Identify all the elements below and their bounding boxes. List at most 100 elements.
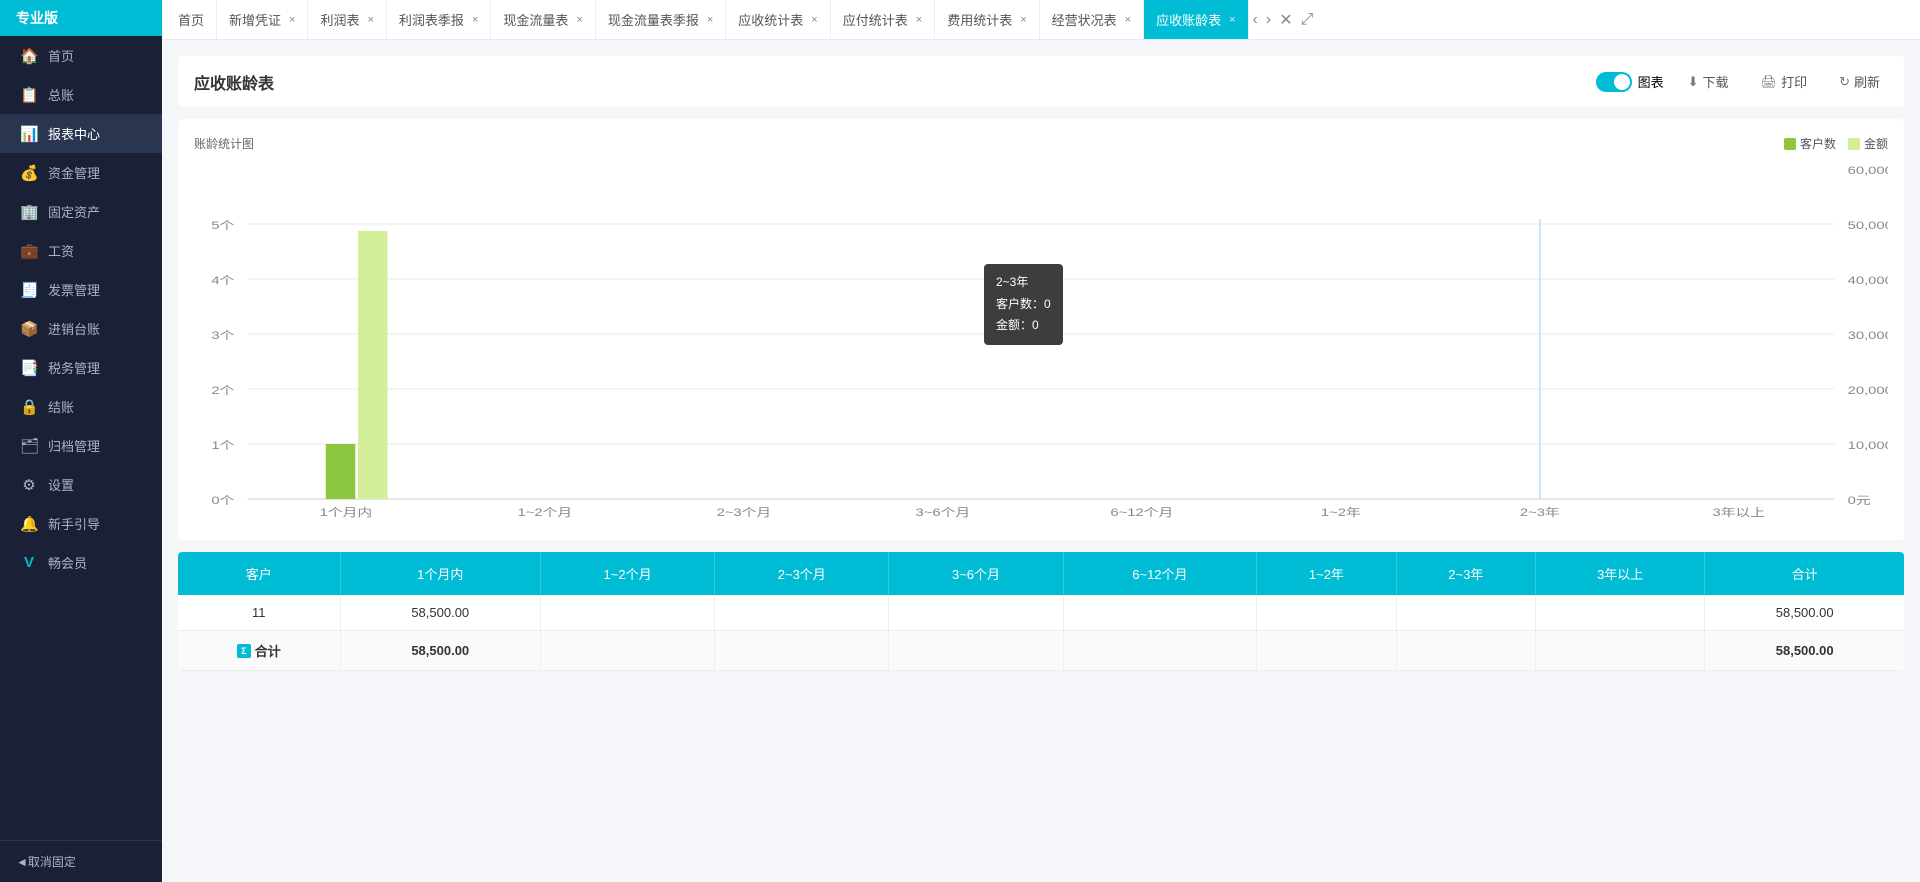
tab-payable-close[interactable]: × — [916, 14, 922, 26]
refresh-icon: ↻ — [1839, 74, 1850, 90]
cell-month612 — [1063, 595, 1257, 631]
cell-customer: 11 — [178, 595, 340, 631]
legend-customers-dot — [1784, 138, 1796, 150]
invoice-icon: 🧾 — [20, 281, 38, 299]
tab-prev-button[interactable]: ‹ — [1249, 11, 1262, 29]
tab-close-all-button[interactable]: ✕ — [1275, 10, 1296, 30]
sidebar-label-ledger: 总账 — [48, 85, 74, 104]
sidebar-item-tax[interactable]: 📑 税务管理 — [0, 348, 162, 387]
sidebar-item-guide[interactable]: 🔔 新手引导 — [0, 504, 162, 543]
tab-profit-quarterly-label: 利润表季报 — [399, 10, 464, 29]
tab-profit-quarterly[interactable]: 利润表季报 × — [387, 0, 491, 39]
tab-bar: 首页 新增凭证 × 利润表 × 利润表季报 × 现金流量表 × 现金流量表季报 … — [162, 0, 1920, 40]
col-year3plus: 3年以上 — [1536, 552, 1705, 595]
sidebar-label-funds: 资金管理 — [48, 163, 100, 182]
svg-text:20,000.00元: 20,000.00元 — [1848, 384, 1888, 397]
toggle-track[interactable] — [1596, 72, 1632, 92]
tab-receivable-close[interactable]: × — [811, 14, 817, 26]
chart-title: 账龄统计图 — [194, 135, 1888, 152]
table-header-row: 客户 1个月内 1~2个月 2~3个月 3~6个月 6~12个月 1~2年 2~… — [178, 552, 1904, 595]
sidebar-label-member: 畅会员 — [48, 553, 87, 572]
tab-profit-close[interactable]: × — [367, 14, 373, 26]
sidebar-item-inventory[interactable]: 📦 进销台账 — [0, 309, 162, 348]
download-button[interactable]: ⬇ 下载 — [1680, 68, 1737, 95]
total-text: 合计 — [255, 641, 281, 660]
tab-voucher-close[interactable]: × — [289, 14, 295, 26]
total-month23 — [715, 631, 889, 671]
tab-next-button[interactable]: › — [1262, 11, 1275, 29]
chart-section: 账龄统计图 客户数 金额 0个 1个 2个 3个 4个 — [178, 119, 1904, 540]
svg-text:3~6个月: 3~6个月 — [916, 506, 971, 519]
unpin-button[interactable]: ◄取消固定 — [0, 840, 162, 882]
sidebar-item-ledger[interactable]: 📋 总账 — [0, 75, 162, 114]
sidebar-item-reports[interactable]: 📊 报表中心 — [0, 114, 162, 153]
sidebar-item-archive[interactable]: 🗂 归档管理 — [0, 426, 162, 465]
tab-payable[interactable]: 应付统计表 × — [831, 0, 935, 39]
tab-aging-close[interactable]: × — [1229, 14, 1235, 26]
col-customer: 客户 — [178, 552, 340, 595]
sidebar-item-funds[interactable]: 💰 资金管理 — [0, 153, 162, 192]
svg-text:60,000.00元: 60,000.00元 — [1848, 164, 1888, 177]
bar-amount-1 — [358, 231, 388, 499]
cell-year23 — [1396, 595, 1535, 631]
col-year23: 2~3年 — [1396, 552, 1535, 595]
tab-payable-label: 应付统计表 — [843, 10, 908, 29]
sidebar-label-tax: 税务管理 — [48, 358, 100, 377]
salary-icon: 💼 — [20, 242, 38, 260]
sidebar-item-closing[interactable]: 🔒 结账 — [0, 387, 162, 426]
sidebar-item-settings[interactable]: ⚙ 设置 — [0, 465, 162, 504]
svg-text:3个: 3个 — [211, 329, 234, 342]
print-button[interactable]: 🖨 打印 — [1753, 68, 1816, 95]
tab-operations-close[interactable]: × — [1125, 14, 1131, 26]
toggle-label: 图表 — [1638, 72, 1664, 91]
total-month12 — [540, 631, 714, 671]
header-actions: 图表 ⬇ 下载 🖨 打印 ↻ 刷新 — [1596, 68, 1888, 95]
sidebar-item-assets[interactable]: 🏢 固定资产 — [0, 192, 162, 231]
chart-toggle[interactable]: 图表 — [1596, 72, 1664, 92]
tab-cashflow-quarterly[interactable]: 现金流量表季报 × — [596, 0, 726, 39]
svg-text:10,000.00元: 10,000.00元 — [1848, 439, 1888, 452]
total-year3plus — [1536, 631, 1705, 671]
sidebar-label-settings: 设置 — [48, 475, 74, 494]
sidebar-label-reports: 报表中心 — [48, 124, 100, 143]
table-section: 客户 1个月内 1~2个月 2~3个月 3~6个月 6~12个月 1~2年 2~… — [178, 552, 1904, 671]
sidebar-label-invoice: 发票管理 — [48, 280, 100, 299]
tab-expense[interactable]: 费用统计表 × — [935, 0, 1039, 39]
tab-expand-button[interactable]: ⤢ — [1297, 11, 1318, 29]
sidebar-label-assets: 固定资产 — [48, 202, 100, 221]
tab-expense-close[interactable]: × — [1020, 14, 1026, 26]
tab-voucher[interactable]: 新增凭证 × — [217, 0, 308, 39]
tab-profit[interactable]: 利润表 × — [308, 0, 386, 39]
legend-amount-label: 金额 — [1864, 135, 1888, 152]
download-label: 下载 — [1703, 72, 1729, 91]
tab-aging[interactable]: 应收账龄表 × — [1144, 0, 1248, 39]
tab-cashflow-quarterly-close[interactable]: × — [707, 14, 713, 26]
legend-customers-label: 客户数 — [1800, 135, 1836, 152]
legend-amount-dot — [1848, 138, 1860, 150]
tab-profit-quarterly-close[interactable]: × — [472, 14, 478, 26]
tab-profit-label: 利润表 — [320, 10, 359, 29]
tab-operations[interactable]: 经营状况表 × — [1040, 0, 1144, 39]
toggle-thumb — [1614, 74, 1630, 90]
svg-text:1~2年: 1~2年 — [1321, 506, 1361, 519]
page-title: 应收账龄表 — [194, 70, 274, 94]
sidebar-label-salary: 工资 — [48, 241, 74, 260]
sidebar-item-invoice[interactable]: 🧾 发票管理 — [0, 270, 162, 309]
total-label-cell: Σ 合计 — [178, 631, 340, 671]
sidebar-label-inventory: 进销台账 — [48, 319, 100, 338]
home-icon: 🏠 — [20, 47, 38, 65]
sidebar-item-member[interactable]: V 畅会员 — [0, 543, 162, 582]
refresh-button[interactable]: ↻ 刷新 — [1831, 68, 1888, 95]
tab-cashflow[interactable]: 现金流量表 × — [491, 0, 595, 39]
col-month12: 1~2个月 — [540, 552, 714, 595]
tab-receivable[interactable]: 应收统计表 × — [726, 0, 830, 39]
sidebar-item-home[interactable]: 🏠 首页 — [0, 36, 162, 75]
sidebar-item-salary[interactable]: 💼 工资 — [0, 231, 162, 270]
sidebar-label-closing: 结账 — [48, 397, 74, 416]
svg-text:0元: 0元 — [1848, 494, 1871, 507]
sidebar-label-guide: 新手引导 — [48, 514, 100, 533]
tab-expense-label: 费用统计表 — [947, 10, 1012, 29]
tab-cashflow-close[interactable]: × — [576, 14, 582, 26]
tab-home[interactable]: 首页 — [166, 0, 217, 39]
svg-text:1~2个月: 1~2个月 — [518, 506, 573, 519]
